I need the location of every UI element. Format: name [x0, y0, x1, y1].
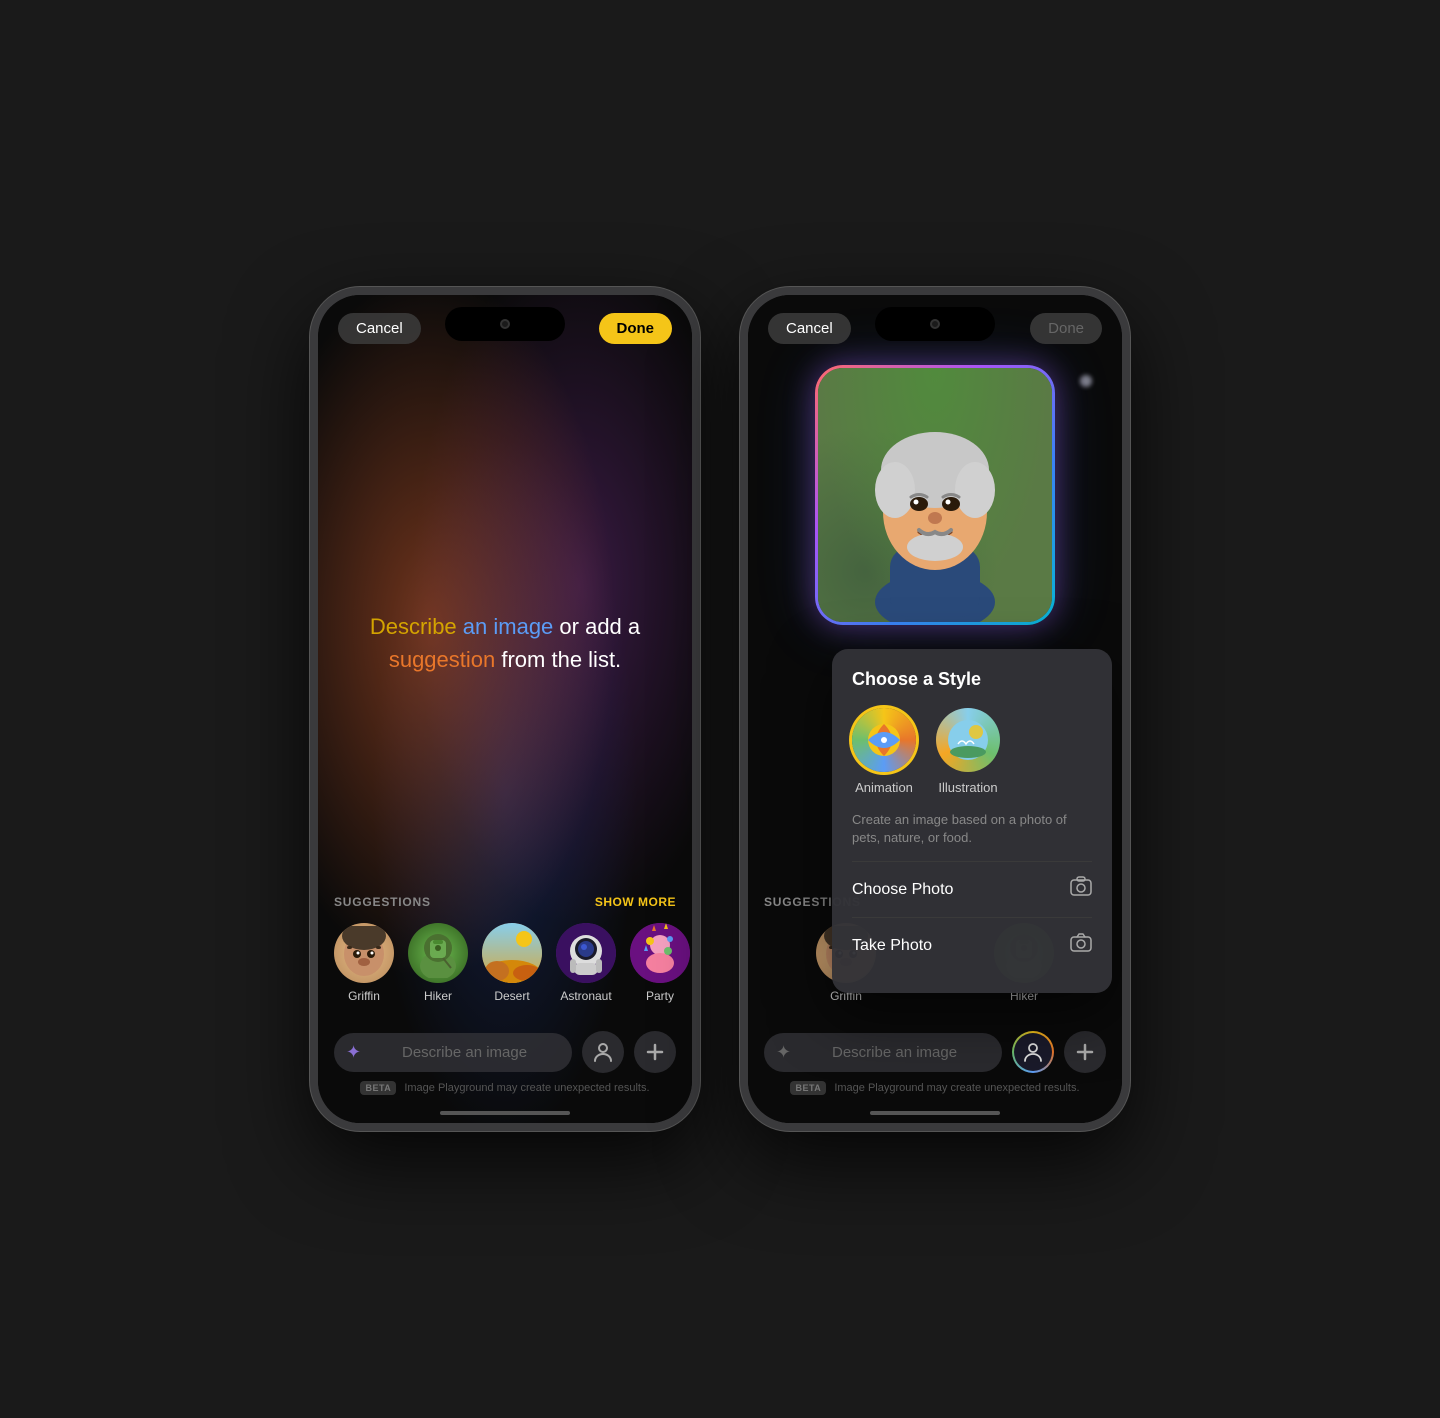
person-button-1[interactable]	[582, 1031, 624, 1073]
take-photo-icon	[1070, 932, 1092, 959]
beta-row-2: BETA Image Playground may create unexpec…	[790, 1081, 1079, 1095]
phone-2: Cancel Done	[740, 287, 1130, 1131]
party-avatar	[630, 923, 690, 983]
choose-photo-icon	[1070, 876, 1092, 903]
add-button-1[interactable]	[634, 1031, 676, 1073]
take-photo-action[interactable]: Take Photo	[852, 917, 1092, 973]
dynamic-island-2	[875, 307, 995, 341]
style-popup-title: Choose a Style	[852, 669, 1092, 690]
person-icon-inner	[1014, 1033, 1052, 1071]
home-indicator-1	[440, 1111, 570, 1115]
style-option-illustration[interactable]: Illustration	[936, 708, 1000, 795]
hiker-avatar	[408, 923, 468, 983]
photo-inner	[818, 368, 1052, 622]
style-option-animation[interactable]: Animation	[852, 708, 916, 795]
phone-1-screen: Cancel Done Describe an image or add a s…	[318, 295, 692, 1123]
animation-icon	[852, 708, 916, 772]
show-more-button[interactable]: SHOW MORE	[595, 895, 676, 909]
glowing-dot	[1080, 375, 1092, 387]
illustration-label: Illustration	[938, 780, 997, 795]
describe-input-container-2[interactable]: ✦ Describe an image	[764, 1033, 1002, 1072]
beta-text-2: Image Playground may create unexpected r…	[834, 1082, 1079, 1094]
phone-2-frame: Cancel Done	[740, 287, 1130, 1131]
person-button-2[interactable]	[1012, 1031, 1054, 1073]
suggestion-astronaut[interactable]: Astronaut	[556, 923, 616, 1003]
suggestions-row-1: Griffin	[334, 923, 676, 1003]
beta-badge-1: BETA	[360, 1081, 396, 1095]
playground-icon-2: ✦	[776, 1042, 791, 1063]
prompt-text: Describe an image or add a suggestion fr…	[370, 614, 640, 672]
add-button-2[interactable]	[1064, 1031, 1106, 1073]
astronaut-label: Astronaut	[560, 989, 611, 1003]
party-label: Party	[646, 989, 674, 1003]
suggestion-griffin[interactable]: Griffin	[334, 923, 394, 1003]
beta-badge-2: BETA	[790, 1081, 826, 1095]
suggestions-section-1: SUGGESTIONS SHOW MORE	[318, 895, 692, 1003]
phone-1-frame: Cancel Done Describe an image or add a s…	[310, 287, 700, 1131]
cancel-button-2[interactable]: Cancel	[768, 313, 851, 344]
animation-label: Animation	[855, 780, 913, 795]
camera-dot-2	[930, 319, 940, 329]
hiker-label: Hiker	[424, 989, 452, 1003]
done-button-2[interactable]: Done	[1030, 313, 1102, 344]
center-prompt: Describe an image or add a suggestion fr…	[365, 610, 645, 676]
griffin-face	[334, 923, 394, 983]
prompt-image: an image	[463, 614, 554, 639]
suggestions-label-1: SUGGESTIONS	[334, 895, 431, 909]
prompt-suggestion: suggestion	[389, 647, 495, 672]
astronaut-avatar	[556, 923, 616, 983]
style-popup: Choose a Style	[832, 649, 1112, 993]
done-button-1[interactable]: Done	[599, 313, 673, 344]
beta-row-1: BETA Image Playground may create unexpec…	[360, 1081, 649, 1095]
home-indicator-2	[870, 1111, 1000, 1115]
style-description: Create an image based on a photo of pets…	[852, 811, 1092, 847]
phone-1: Cancel Done Describe an image or add a s…	[310, 287, 700, 1131]
cartoon-person-svg	[835, 382, 1035, 622]
suggestions-header-1: SUGGESTIONS SHOW MORE	[334, 895, 676, 909]
bottom-bar-2: ✦ Describe an image	[764, 1031, 1106, 1095]
prompt-from: from the list.	[495, 647, 621, 672]
prompt-describe: Describe	[370, 614, 463, 639]
desert-label: Desert	[494, 989, 529, 1003]
input-placeholder-2: Describe an image	[832, 1044, 957, 1061]
beta-text-1: Image Playground may create unexpected r…	[404, 1082, 649, 1094]
desert-avatar	[482, 923, 542, 983]
suggestion-party[interactable]: Party	[630, 923, 690, 1003]
input-placeholder-1: Describe an image	[402, 1044, 527, 1061]
suggestion-hiker[interactable]: Hiker	[408, 923, 468, 1003]
griffin-avatar	[334, 923, 394, 983]
griffin-label: Griffin	[348, 989, 380, 1003]
suggestion-desert[interactable]: Desert	[482, 923, 542, 1003]
playground-icon-1: ✦	[346, 1042, 361, 1063]
style-options: Animation Illu	[852, 708, 1092, 795]
input-row-2: ✦ Describe an image	[764, 1031, 1106, 1073]
photo-card	[815, 365, 1055, 625]
cancel-button-1[interactable]: Cancel	[338, 313, 421, 344]
prompt-or: or add a	[553, 614, 640, 639]
input-row-1: ✦ Describe an image	[334, 1031, 676, 1073]
take-photo-label: Take Photo	[852, 937, 932, 955]
choose-photo-action[interactable]: Choose Photo	[852, 861, 1092, 917]
camera-dot	[500, 319, 510, 329]
describe-input-container-1[interactable]: ✦ Describe an image	[334, 1033, 572, 1072]
bottom-bar-1: ✦ Describe an image	[334, 1031, 676, 1095]
phone-2-screen: Cancel Done	[748, 295, 1122, 1123]
illustration-icon	[936, 708, 1000, 772]
dynamic-island-1	[445, 307, 565, 341]
choose-photo-label: Choose Photo	[852, 881, 953, 899]
